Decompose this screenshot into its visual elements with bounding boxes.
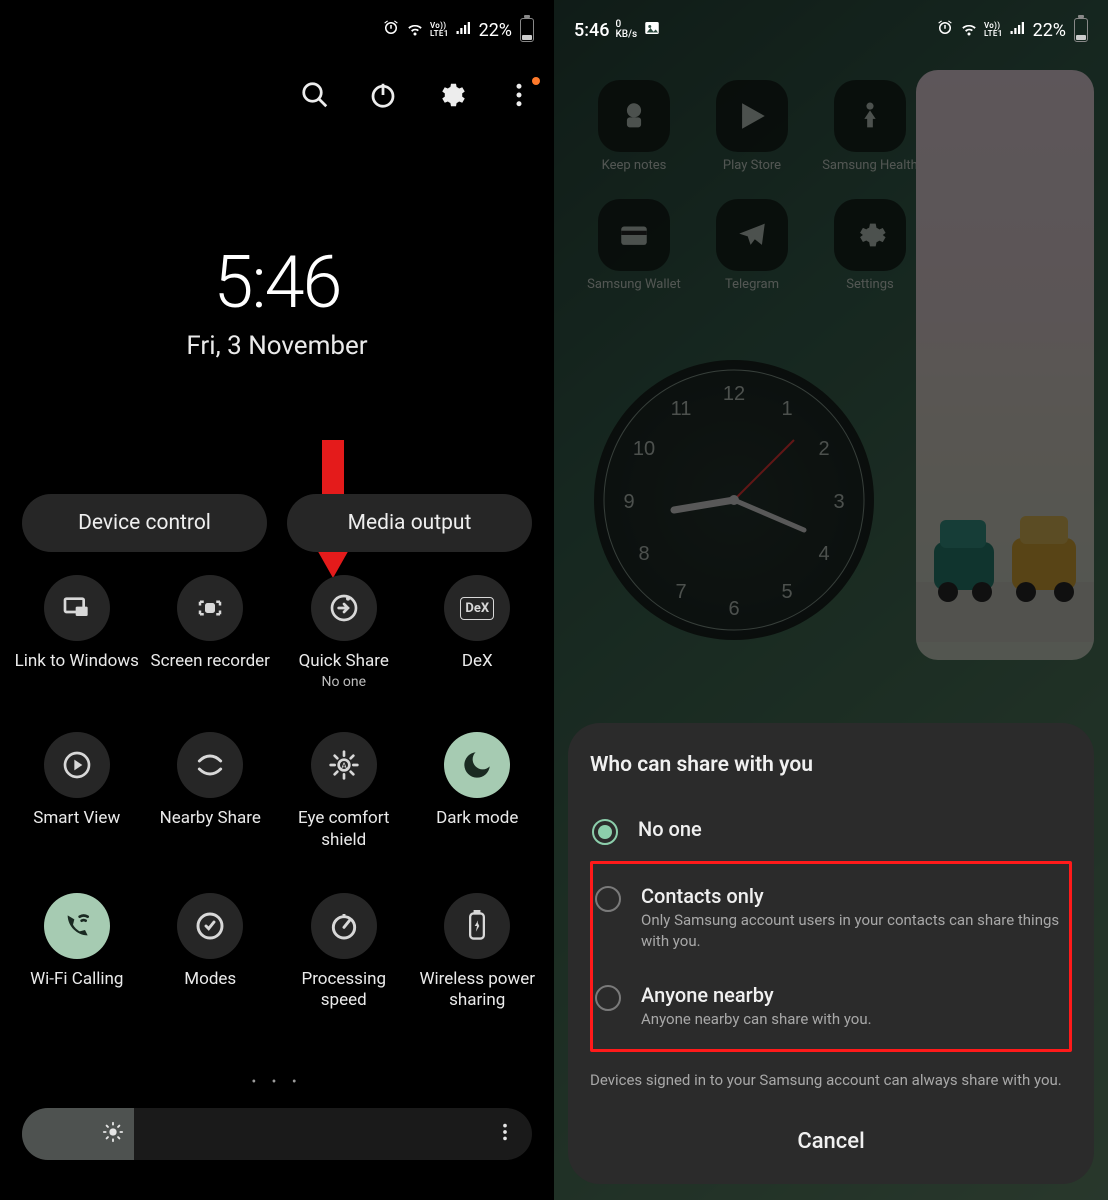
page-indicator: • • • xyxy=(0,1074,554,1090)
radio-indicator xyxy=(595,886,621,912)
quick-settings-screen: Vo))LTE1 22% 5:46 Fri, 3 November Device… xyxy=(0,0,554,1200)
tile-nearby-share[interactable]: Nearby Share xyxy=(144,732,278,851)
wifi-icon xyxy=(406,19,424,41)
radio-anyone-nearby[interactable]: Anyone nearby Anyone nearby can share wi… xyxy=(593,967,1069,1045)
svg-text:A: A xyxy=(341,761,347,772)
clock-time: 5:46 xyxy=(0,240,554,325)
clock-date: Fri, 3 November xyxy=(0,331,554,361)
tile-link-to-windows[interactable]: Link to Windows xyxy=(10,575,144,690)
sheet-title: Who can share with you xyxy=(590,753,1072,777)
annotation-highlight: Contacts only Only Samsung account users… xyxy=(590,861,1072,1052)
tile-quick-share[interactable]: Quick Share No one xyxy=(277,575,411,690)
power-icon[interactable] xyxy=(368,80,398,110)
statusbar-right: 5:46 0KB/s Vo))LTE1 22% xyxy=(554,0,1108,60)
lte-indicator: Vo))LTE1 xyxy=(984,22,1003,38)
battery-percentage: 22% xyxy=(1033,20,1066,41)
tile-smart-view[interactable]: Smart View xyxy=(10,732,144,851)
lte-indicator: Vo))LTE1 xyxy=(430,22,449,38)
statusbar-left: Vo))LTE1 22% xyxy=(0,0,554,60)
radio-indicator xyxy=(595,985,621,1011)
search-icon[interactable] xyxy=(300,80,330,110)
quick-tiles-grid: Link to Windows Screen recorder Quick Sh… xyxy=(0,575,554,1011)
alarm-icon xyxy=(936,19,954,41)
settings-icon[interactable] xyxy=(436,80,466,110)
battery-percentage: 22% xyxy=(479,20,512,41)
radio-indicator xyxy=(592,819,618,845)
more-icon[interactable] xyxy=(504,80,534,110)
tile-dark-mode[interactable]: Dark mode xyxy=(411,732,545,851)
radio-contacts-only[interactable]: Contacts only Only Samsung account users… xyxy=(593,868,1069,967)
dex-icon: DeX xyxy=(460,597,494,620)
sheet-footer-text: Devices signed in to your Samsung accoun… xyxy=(590,1070,1072,1091)
tile-processing-speed[interactable]: Processing speed xyxy=(277,893,411,1012)
cancel-button[interactable]: Cancel xyxy=(590,1119,1072,1164)
media-output-button[interactable]: Media output xyxy=(287,494,532,552)
signal-icon xyxy=(1009,19,1027,41)
quick-share-sheet-screen: Keep notes Play Store Samsung Health Sam… xyxy=(554,0,1108,1200)
status-kbs: 0KB/s xyxy=(615,20,637,40)
tile-modes[interactable]: Modes xyxy=(144,893,278,1012)
clock-block: 5:46 Fri, 3 November xyxy=(0,240,554,361)
brightness-fill xyxy=(22,1108,134,1160)
radio-no-one[interactable]: No one xyxy=(590,801,1072,861)
status-time: 5:46 xyxy=(574,20,609,41)
tile-dex[interactable]: DeX DeX xyxy=(411,575,545,690)
tile-eye-comfort-shield[interactable]: A Eye comfort shield xyxy=(277,732,411,851)
picture-icon xyxy=(643,19,661,42)
tile-wireless-power-sharing[interactable]: Wireless power sharing xyxy=(411,893,545,1012)
brightness-more-icon[interactable] xyxy=(494,1121,516,1147)
tile-wifi-calling[interactable]: Wi-Fi Calling xyxy=(10,893,144,1012)
quick-settings-toolbar xyxy=(300,80,534,110)
battery-icon xyxy=(1074,18,1088,42)
sun-icon xyxy=(102,1121,124,1147)
tile-screen-recorder[interactable]: Screen recorder xyxy=(144,575,278,690)
device-control-button[interactable]: Device control xyxy=(22,494,267,552)
quick-share-sheet: Who can share with you No one Contacts o… xyxy=(568,723,1094,1184)
signal-icon xyxy=(455,19,473,41)
wifi-icon xyxy=(960,19,978,41)
alarm-icon xyxy=(382,19,400,41)
brightness-slider[interactable] xyxy=(22,1108,532,1160)
pill-row: Device control Media output xyxy=(22,494,532,552)
battery-icon xyxy=(520,18,534,42)
